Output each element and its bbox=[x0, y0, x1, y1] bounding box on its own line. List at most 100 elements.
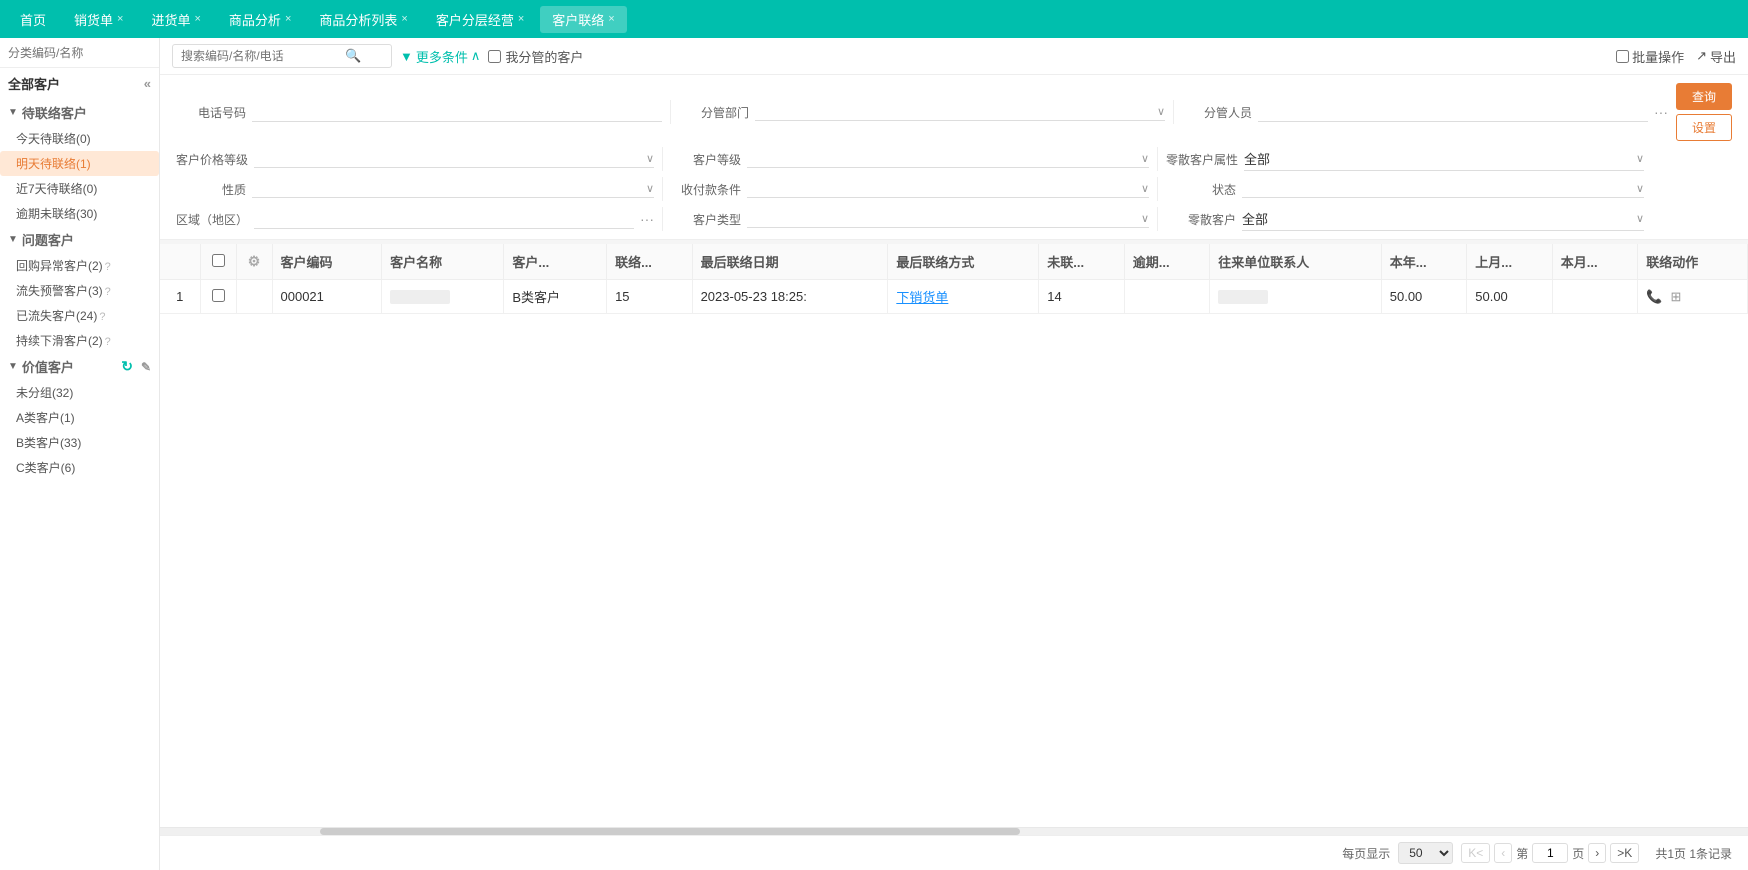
dept-dropdown-arrow: ∨ bbox=[1157, 105, 1165, 118]
filter-rc-label: 零散客户 bbox=[1166, 211, 1236, 228]
sidebar-item-churn-warn[interactable]: 流失预警客户(3)? bbox=[0, 278, 159, 303]
sidebar-search-input[interactable] bbox=[8, 46, 160, 60]
sidebar-item-a-class[interactable]: A类客户(1) bbox=[0, 405, 159, 430]
settings-button[interactable]: 设置 bbox=[1676, 114, 1732, 141]
first-page-btn[interactable]: K< bbox=[1461, 843, 1490, 863]
col-header-contact-person: 往来单位联系人 bbox=[1210, 244, 1382, 280]
page-input[interactable] bbox=[1532, 843, 1568, 863]
sidebar-item-b-class[interactable]: B类客户(33) bbox=[0, 430, 159, 455]
sidebar-item-7days[interactable]: 近7天待联络(0) bbox=[0, 176, 159, 201]
select-all-checkbox[interactable] bbox=[212, 254, 225, 267]
nav-sales[interactable]: 销货单 × bbox=[62, 6, 135, 33]
nav-customer-tier-close[interactable]: × bbox=[518, 13, 524, 25]
filter-payment-select[interactable]: ∨ bbox=[747, 180, 1149, 198]
region-more-dots[interactable]: ··· bbox=[640, 211, 654, 227]
filter-nature-select[interactable]: ∨ bbox=[252, 180, 654, 198]
filter-price-select[interactable]: ∨ bbox=[254, 150, 654, 168]
group-problem-label: ▼ 问题客户 bbox=[0, 226, 159, 253]
sidebar-item-ungrouped[interactable]: 未分组(32) bbox=[0, 380, 159, 405]
search-icon[interactable]: 🔍 bbox=[345, 48, 361, 64]
divider-8 bbox=[1157, 207, 1158, 231]
search-input[interactable] bbox=[181, 49, 341, 63]
more-conditions-btn[interactable]: ▼ 更多条件 ∧ bbox=[400, 47, 480, 66]
page-label: 第 bbox=[1516, 845, 1528, 862]
my-customers-checkbox-wrap[interactable]: 我分管的客户 bbox=[488, 47, 583, 66]
nature-dropdown-arrow: ∨ bbox=[646, 182, 654, 195]
filter-manager-input[interactable] bbox=[1258, 103, 1648, 122]
col-header-index bbox=[160, 244, 200, 280]
group-value-text: 价值客户 bbox=[22, 357, 74, 376]
action-grid-icon[interactable]: ⊞ bbox=[1670, 289, 1681, 305]
nav-purchase-close[interactable]: × bbox=[194, 13, 200, 25]
query-button[interactable]: 查询 bbox=[1676, 83, 1732, 110]
filter-phone-input[interactable] bbox=[252, 103, 662, 122]
sidebar-item-repurchase[interactable]: 回购异常客户(2)? bbox=[0, 253, 159, 278]
group-pending-text: 待联络客户 bbox=[22, 103, 87, 122]
filter-clevel-select[interactable]: ∨ bbox=[747, 150, 1149, 168]
my-customers-checkbox[interactable] bbox=[488, 50, 501, 63]
last-page-btn[interactable]: >K bbox=[1610, 843, 1639, 863]
nav-analysis-list[interactable]: 商品分析列表 × bbox=[307, 6, 419, 33]
nav-analysis-close[interactable]: × bbox=[285, 13, 291, 25]
all-customers-header[interactable]: 全部客户 « bbox=[0, 68, 159, 99]
action-phone-icon[interactable]: 📞 bbox=[1646, 289, 1662, 305]
page-size-select[interactable]: 50 20 100 bbox=[1398, 842, 1453, 864]
nav-purchase[interactable]: 进货单 × bbox=[139, 6, 212, 33]
nav-home[interactable]: 首页 bbox=[8, 6, 58, 33]
nav-customer-tier[interactable]: 客户分层经营 × bbox=[424, 6, 536, 33]
scroll-thumb[interactable] bbox=[320, 828, 1020, 835]
filter-region: 区域（地区） ··· bbox=[176, 210, 654, 229]
sidebar-item-today[interactable]: 今天待联络(0) bbox=[0, 126, 159, 151]
filter-ctype-select[interactable]: ∨ bbox=[747, 210, 1149, 228]
triangle-icon: ▼ bbox=[8, 107, 18, 118]
filter-clevel-label: 客户等级 bbox=[671, 151, 741, 168]
col-header-this-month: 本月... bbox=[1552, 244, 1638, 280]
batch-op-btn[interactable]: 批量操作 bbox=[1616, 47, 1684, 66]
nav-sales-close[interactable]: × bbox=[117, 13, 123, 25]
nav-analysis[interactable]: 商品分析 × bbox=[217, 6, 303, 33]
sidebar-item-c-class[interactable]: C类客户(6) bbox=[0, 455, 159, 480]
prev-page-btn[interactable]: ‹ bbox=[1494, 843, 1512, 863]
filter-rc-select[interactable]: 全部 ∨ bbox=[1242, 207, 1644, 231]
refresh-icon[interactable]: ↻ bbox=[121, 358, 133, 375]
export-icon: ↗ bbox=[1696, 48, 1707, 64]
sidebar-item-tomorrow[interactable]: 明天待联络(1) bbox=[0, 151, 159, 176]
col-header-last-method: 最后联络方式 bbox=[888, 244, 1039, 280]
rc-dropdown-arrow: ∨ bbox=[1636, 212, 1644, 225]
sidebar-collapse-icon[interactable]: « bbox=[144, 76, 151, 91]
settings-gear-icon[interactable]: ⚙ bbox=[248, 253, 261, 269]
batch-op-checkbox[interactable] bbox=[1616, 50, 1629, 63]
nav-customer-tier-label: 客户分层经营 bbox=[436, 10, 514, 29]
nav-customer-contact-close[interactable]: × bbox=[608, 13, 614, 25]
manager-more-dots[interactable]: ··· bbox=[1654, 104, 1668, 120]
col-header-contact: 联络... bbox=[607, 244, 693, 280]
status-dropdown-arrow: ∨ bbox=[1636, 182, 1644, 195]
filter-manager-label: 分管人员 bbox=[1182, 104, 1252, 121]
last-method-link[interactable]: 下销货单 bbox=[896, 290, 948, 305]
filter-dept-select[interactable]: ∨ bbox=[755, 103, 1165, 121]
nav-sales-label: 销货单 bbox=[74, 10, 113, 29]
sidebar-item-churned[interactable]: 已流失客户(24)? bbox=[0, 303, 159, 328]
filter-nature-label: 性质 bbox=[176, 181, 246, 198]
filter-panel: 电话号码 分管部门 ∨ 分管人员 ··· bbox=[160, 75, 1748, 240]
filter-status: 状态 ∨ bbox=[1166, 180, 1644, 198]
sidebar-item-overdue[interactable]: 逾期未联络(30) bbox=[0, 201, 159, 226]
export-btn[interactable]: ↗ 导出 bbox=[1696, 47, 1736, 66]
filter-status-select[interactable]: ∨ bbox=[1242, 180, 1644, 198]
top-nav: 首页 销货单 × 进货单 × 商品分析 × 商品分析列表 × 客户分层经营 × … bbox=[0, 0, 1748, 38]
cell-last-method: 下销货单 bbox=[888, 280, 1039, 314]
edit-icon[interactable]: ✎ bbox=[141, 360, 151, 374]
horizontal-scrollbar[interactable] bbox=[160, 827, 1748, 835]
cell-last-month: 50.00 bbox=[1467, 280, 1553, 314]
cell-name bbox=[382, 280, 504, 314]
nav-analysis-list-close[interactable]: × bbox=[401, 13, 407, 25]
cell-overdue bbox=[1124, 280, 1210, 314]
next-page-btn[interactable]: › bbox=[1588, 843, 1606, 863]
group-pending-label: ▼ 待联络客户 bbox=[0, 99, 159, 126]
row-checkbox[interactable] bbox=[212, 289, 225, 302]
filter-region-input[interactable] bbox=[254, 210, 634, 229]
nav-customer-contact[interactable]: 客户联络 × bbox=[540, 6, 626, 33]
filter-nature: 性质 ∨ bbox=[176, 180, 654, 198]
filter-retail-select[interactable]: 全部 ∨ bbox=[1244, 147, 1644, 171]
sidebar-item-declining[interactable]: 持续下滑客户(2)? bbox=[0, 328, 159, 353]
